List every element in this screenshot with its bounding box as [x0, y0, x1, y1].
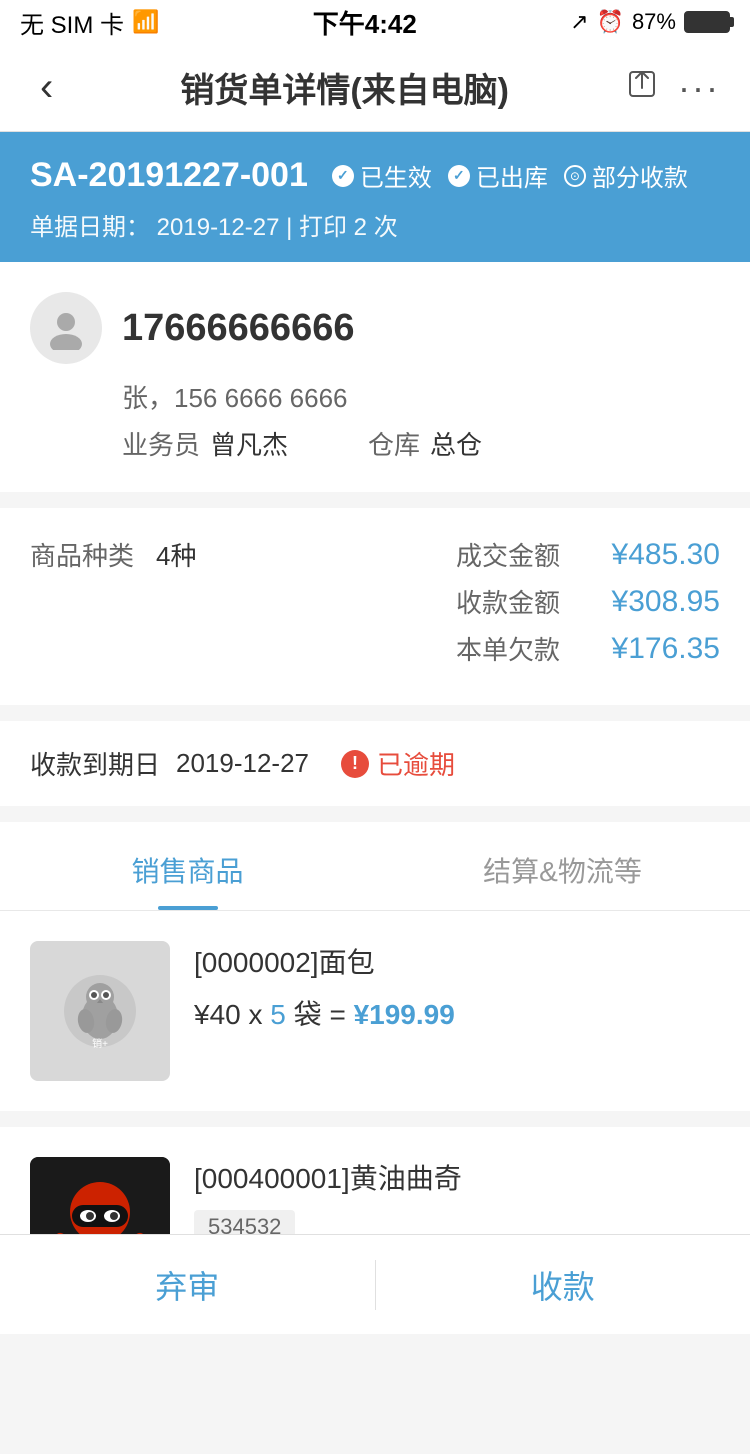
- order-id: SA-20191227-001: [30, 156, 308, 195]
- status-badge-partial: ⊙ 部分收款: [564, 158, 688, 193]
- tab-sales-products[interactable]: 销售商品: [0, 822, 375, 910]
- order-header: SA-20191227-001 ✓ 已生效 ✓ 已出库 ⊙ 部分收款 单据日期：…: [0, 132, 750, 262]
- carrier-text: 无 SIM 卡: [20, 5, 124, 40]
- status-bar: 无 SIM 卡 📶 下午4:42 ↗ ⏰ 87%: [0, 0, 750, 44]
- customer-phone: 17666666666: [122, 307, 354, 350]
- status-right: ↗ ⏰ 87%: [570, 9, 730, 35]
- product-info-1: [0000002]面包 ¥40 x 5 袋 = ¥199.99: [194, 941, 720, 1033]
- battery-icon: [684, 11, 730, 33]
- customer-meta: 业务员 曾凡杰 仓库 总仓: [30, 425, 720, 462]
- warehouse: 仓库 总仓: [368, 425, 482, 462]
- cancel-button[interactable]: 弃审: [0, 1235, 375, 1334]
- bottom-actions: 弃审 收款: [0, 1234, 750, 1334]
- svg-text:销+: 销+: [92, 1037, 108, 1050]
- status-time: 下午4:42: [313, 4, 417, 41]
- product-name-2: [000400001]黄油曲奇: [194, 1157, 720, 1197]
- check-icon-2: ✓: [448, 165, 470, 187]
- received-amount: 收款金额 ¥308.95: [456, 583, 720, 620]
- summary-row: 商品种类 4种 成交金额 ¥485.30 收款金额 ¥308.95 本单欠款 ¥…: [30, 536, 720, 677]
- location-icon: ↗: [570, 9, 588, 35]
- confirm-button[interactable]: 收款: [376, 1235, 750, 1334]
- debt-amount: 本单欠款 ¥176.35: [456, 630, 720, 667]
- back-button[interactable]: ‹: [30, 55, 63, 120]
- battery-text: 87%: [632, 9, 676, 35]
- summary-section: 商品种类 4种 成交金额 ¥485.30 收款金额 ¥308.95 本单欠款 ¥…: [0, 508, 750, 705]
- status-left: 无 SIM 卡 📶: [20, 5, 159, 40]
- share-button[interactable]: [626, 68, 658, 108]
- tab-settlement[interactable]: 结算&物流等: [375, 822, 750, 910]
- product-type-item: 商品种类 4种: [30, 536, 196, 573]
- nav-actions: ···: [626, 67, 720, 109]
- sales-person: 业务员 曾凡杰: [122, 425, 288, 462]
- product-total-1: ¥199.99: [354, 999, 455, 1030]
- alarm-icon: ⏰: [597, 9, 624, 35]
- overdue-text: 已逾期: [377, 745, 455, 782]
- product-image-1: 销+: [30, 941, 170, 1081]
- product-item-1: 销+ [0000002]面包 ¥40 x 5 袋 = ¥199.99: [0, 911, 750, 1111]
- transaction-amount: 成交金额 ¥485.30: [456, 536, 720, 573]
- order-date-line: 单据日期： 2019-12-27 | 打印 2 次: [30, 207, 720, 242]
- customer-name: 张，156 6666 6666: [30, 378, 720, 415]
- tabs-section: 销售商品 结算&物流等: [0, 822, 750, 911]
- check-icon-1: ✓: [332, 165, 354, 187]
- wifi-icon: 📶: [132, 9, 159, 35]
- product-name-1: [0000002]面包: [194, 941, 720, 981]
- overdue-badge: ! 已逾期: [341, 745, 455, 782]
- customer-section: 17666666666 张，156 6666 6666 业务员 曾凡杰 仓库 总…: [0, 262, 750, 492]
- product-price-1: ¥40 x 5 袋 = ¥199.99: [194, 993, 720, 1033]
- tabs-row: 销售商品 结算&物流等: [0, 822, 750, 910]
- customer-top: 17666666666: [30, 292, 720, 364]
- avatar: [30, 292, 102, 364]
- summary-left: 商品种类 4种: [30, 536, 196, 573]
- due-date-section: 收款到期日 2019-12-27 ! 已逾期: [0, 721, 750, 806]
- status-badge-effective: ✓ 已生效: [332, 158, 432, 193]
- product-qty-1: 5: [270, 999, 286, 1030]
- order-header-top: SA-20191227-001 ✓ 已生效 ✓ 已出库 ⊙ 部分收款: [30, 156, 720, 195]
- overdue-dot-icon: !: [341, 750, 369, 778]
- nav-bar: ‹ 销货单详情(来自电脑) ···: [0, 44, 750, 132]
- summary-right: 成交金额 ¥485.30 收款金额 ¥308.95 本单欠款 ¥176.35: [456, 536, 720, 677]
- more-button[interactable]: ···: [678, 67, 720, 109]
- status-badge-shipped: ✓ 已出库: [448, 158, 548, 193]
- page-title: 销货单详情(来自电脑): [180, 63, 509, 112]
- clock-icon: ⊙: [564, 165, 586, 187]
- status-badges: ✓ 已生效 ✓ 已出库 ⊙ 部分收款: [332, 158, 688, 193]
